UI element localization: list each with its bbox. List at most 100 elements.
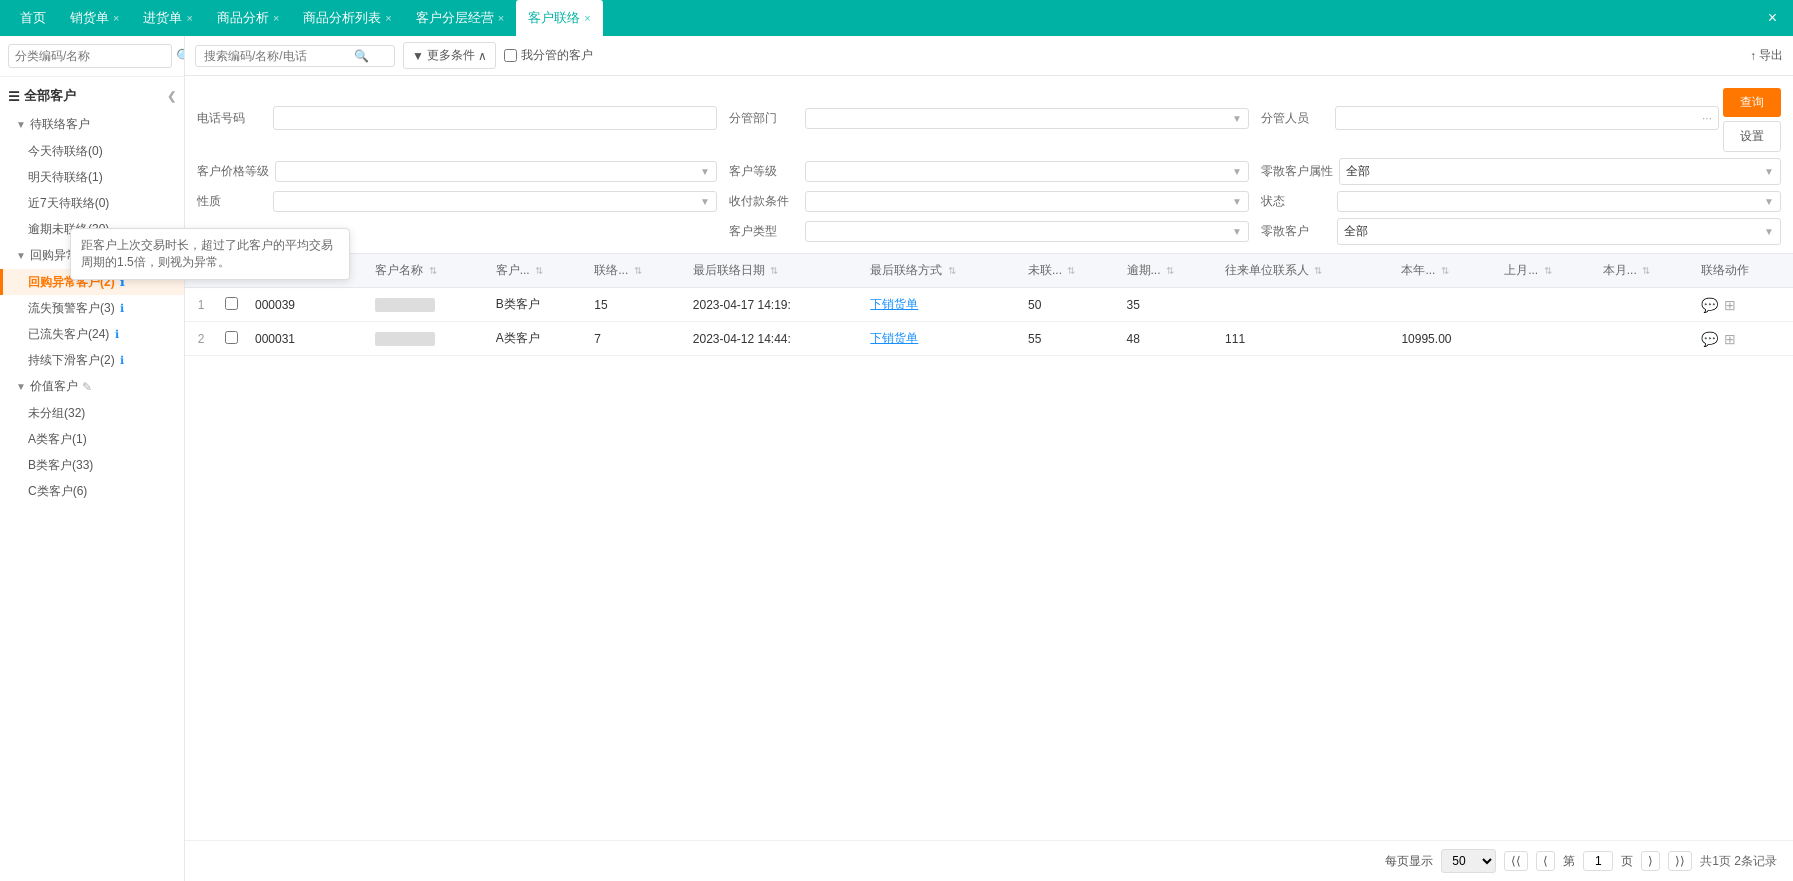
price-grade-select[interactable]: ▼	[275, 161, 717, 182]
col-last-contact-date: 最后联络日期 ⇅	[685, 254, 863, 288]
per-page-label: 每页显示	[1385, 853, 1433, 870]
phone-label: 电话号码	[197, 110, 267, 127]
person-select[interactable]: ···	[1335, 106, 1719, 130]
sort-last-contact-date-icon[interactable]: ⇅	[770, 265, 778, 276]
sort-contact-count-icon[interactable]: ⇅	[634, 265, 642, 276]
filter-arrow-icon: ∧	[478, 49, 487, 63]
row-2-chat-icon[interactable]: 💬	[1701, 331, 1718, 347]
sort-un-contact-icon[interactable]: ⇅	[1067, 265, 1075, 276]
sidebar-search-icon[interactable]: 🔍	[176, 48, 185, 64]
page-suffix: 页	[1621, 853, 1633, 870]
sort-overdue-icon[interactable]: ⇅	[1166, 265, 1174, 276]
row-2-overdue: 48	[1119, 322, 1218, 356]
already-lost-info-icon[interactable]: ℹ	[115, 328, 119, 340]
nature-label: 性质	[197, 193, 267, 210]
sort-last-month-icon[interactable]: ⇅	[1544, 265, 1552, 276]
status-select[interactable]: ▼	[1337, 191, 1781, 212]
customer-type-label: 客户类型	[729, 223, 799, 240]
close-product-analysis-icon[interactable]: ×	[273, 12, 279, 24]
main-layout: 🔍 ☰ 全部客户 ❮ ▼ 待联络客户 今天待联络(0) 明天待联络(1) 近7天…	[0, 36, 1793, 881]
sidebar: 🔍 ☰ 全部客户 ❮ ▼ 待联络客户 今天待联络(0) 明天待联络(1) 近7天…	[0, 36, 185, 881]
sort-customer-name-icon[interactable]: ⇅	[429, 265, 437, 276]
sidebar-item-today-contact[interactable]: 今天待联络(0)	[0, 138, 184, 164]
filter-row-scatter-customer: 零散客户 全部 ▼	[1261, 218, 1781, 245]
scatter-attr-select[interactable]: 全部 ▼	[1339, 158, 1781, 185]
sort-current-year-icon[interactable]: ⇅	[1441, 265, 1449, 276]
row-1-actions: 💬 ⊞	[1693, 288, 1793, 322]
per-page-select[interactable]: 50 100 200	[1441, 849, 1496, 873]
payment-select[interactable]: ▼	[805, 191, 1249, 212]
sidebar-item-class-a[interactable]: A类客户(1)	[0, 426, 184, 452]
nav-product-analysis[interactable]: 商品分析 ×	[205, 0, 291, 36]
page-number-input[interactable]	[1583, 851, 1613, 871]
sidebar-item-class-b[interactable]: B类客户(33)	[0, 452, 184, 478]
row-1-contact-count: 15	[586, 288, 685, 322]
nav-home[interactable]: 首页	[8, 0, 58, 36]
sidebar-section-value-customers[interactable]: ▼ 价值客户 ✎	[0, 373, 184, 400]
customer-grade-select[interactable]: ▼	[805, 161, 1249, 182]
row-2-name	[367, 322, 487, 356]
close-product-analysis-list-icon[interactable]: ×	[385, 12, 391, 24]
setting-button[interactable]: 设置	[1723, 121, 1781, 152]
sort-related-contacts-icon[interactable]: ⇅	[1314, 265, 1322, 276]
nav-product-analysis-list[interactable]: 商品分析列表 ×	[291, 0, 403, 36]
sidebar-item-loss-warning[interactable]: 流失预警客户(3) ℹ	[0, 295, 184, 321]
my-customer-filter[interactable]: 我分管的客户	[504, 47, 593, 64]
nature-select[interactable]: ▼	[273, 191, 717, 212]
close-customer-segment-icon[interactable]: ×	[498, 12, 504, 24]
col-current-month: 本月... ⇅	[1595, 254, 1694, 288]
filter-row-customer-grade: 客户等级 ▼	[729, 158, 1249, 185]
next-page-button[interactable]: ⟩	[1641, 851, 1660, 871]
scatter-attr-arrow-icon: ▼	[1764, 166, 1774, 177]
sidebar-search-input[interactable]	[8, 44, 172, 68]
row-2-grid-icon[interactable]: ⊞	[1724, 331, 1736, 347]
nav-sales-order[interactable]: 销货单 ×	[58, 0, 131, 36]
query-button[interactable]: 查询	[1723, 88, 1781, 117]
row-1-grid-icon[interactable]: ⊞	[1724, 297, 1736, 313]
sort-current-month-icon[interactable]: ⇅	[1642, 265, 1650, 276]
nav-customer-contact[interactable]: 客户联络 ×	[516, 0, 602, 36]
window-close-button[interactable]: ×	[1760, 9, 1785, 27]
export-button[interactable]: ↑ 导出	[1750, 47, 1783, 64]
main-search-icon[interactable]: 🔍	[354, 49, 369, 63]
my-customer-checkbox[interactable]	[504, 49, 517, 62]
row-1-last-contact-method: 下销货单	[862, 288, 1020, 322]
toolbar: 🔍 ▼ 更多条件 ∧ 我分管的客户 ↑ 导出	[185, 36, 1793, 76]
row-num-2: 2	[185, 322, 217, 356]
row-1-chat-icon[interactable]: 💬	[1701, 297, 1718, 313]
dept-select[interactable]: ▼	[805, 108, 1249, 129]
row-1-checkbox[interactable]	[225, 297, 238, 310]
sidebar-item-tomorrow-contact[interactable]: 明天待联络(1)	[0, 164, 184, 190]
value-customers-edit-icon[interactable]: ✎	[82, 380, 92, 394]
sidebar-item-class-c[interactable]: C类客户(6)	[0, 478, 184, 504]
nav-purchase-order[interactable]: 进货单 ×	[131, 0, 204, 36]
close-customer-contact-icon[interactable]: ×	[584, 12, 590, 24]
last-page-button[interactable]: ⟩⟩	[1668, 851, 1692, 871]
sidebar-item-ungrouped[interactable]: 未分组(32)	[0, 400, 184, 426]
close-sales-order-icon[interactable]: ×	[113, 12, 119, 24]
close-purchase-order-icon[interactable]: ×	[186, 12, 192, 24]
main-search-input[interactable]	[204, 49, 354, 63]
sidebar-all-customers[interactable]: ☰ 全部客户 ❮	[0, 81, 184, 111]
row-1-method-link[interactable]: 下销货单	[870, 297, 918, 311]
sidebar-item-7days-contact[interactable]: 近7天待联络(0)	[0, 190, 184, 216]
sidebar-section-pending-contact[interactable]: ▼ 待联络客户	[0, 111, 184, 138]
nature-arrow-icon: ▼	[700, 196, 710, 207]
sidebar-item-already-lost[interactable]: 已流失客户(24) ℹ	[0, 321, 184, 347]
more-filter-button[interactable]: ▼ 更多条件 ∧	[403, 42, 496, 69]
row-2-method-link[interactable]: 下销货单	[870, 331, 918, 345]
customer-type-select[interactable]: ▼	[805, 221, 1249, 242]
scatter-customer-select[interactable]: 全部 ▼	[1337, 218, 1781, 245]
sidebar-collapse-icon[interactable]: ❮	[167, 90, 176, 103]
phone-input[interactable]	[273, 106, 717, 130]
first-page-button[interactable]: ⟨⟨	[1504, 851, 1528, 871]
declining-info-icon[interactable]: ℹ	[120, 354, 124, 366]
nav-customer-segment[interactable]: 客户分层经营 ×	[404, 0, 516, 36]
sort-customer-type-icon[interactable]: ⇅	[535, 265, 543, 276]
row-1-related-contacts	[1217, 288, 1393, 322]
row-2-checkbox[interactable]	[225, 331, 238, 344]
sidebar-item-declining[interactable]: 持续下滑客户(2) ℹ	[0, 347, 184, 373]
loss-warning-info-icon[interactable]: ℹ	[120, 302, 124, 314]
prev-page-button[interactable]: ⟨	[1536, 851, 1555, 871]
sort-last-contact-method-icon[interactable]: ⇅	[948, 265, 956, 276]
